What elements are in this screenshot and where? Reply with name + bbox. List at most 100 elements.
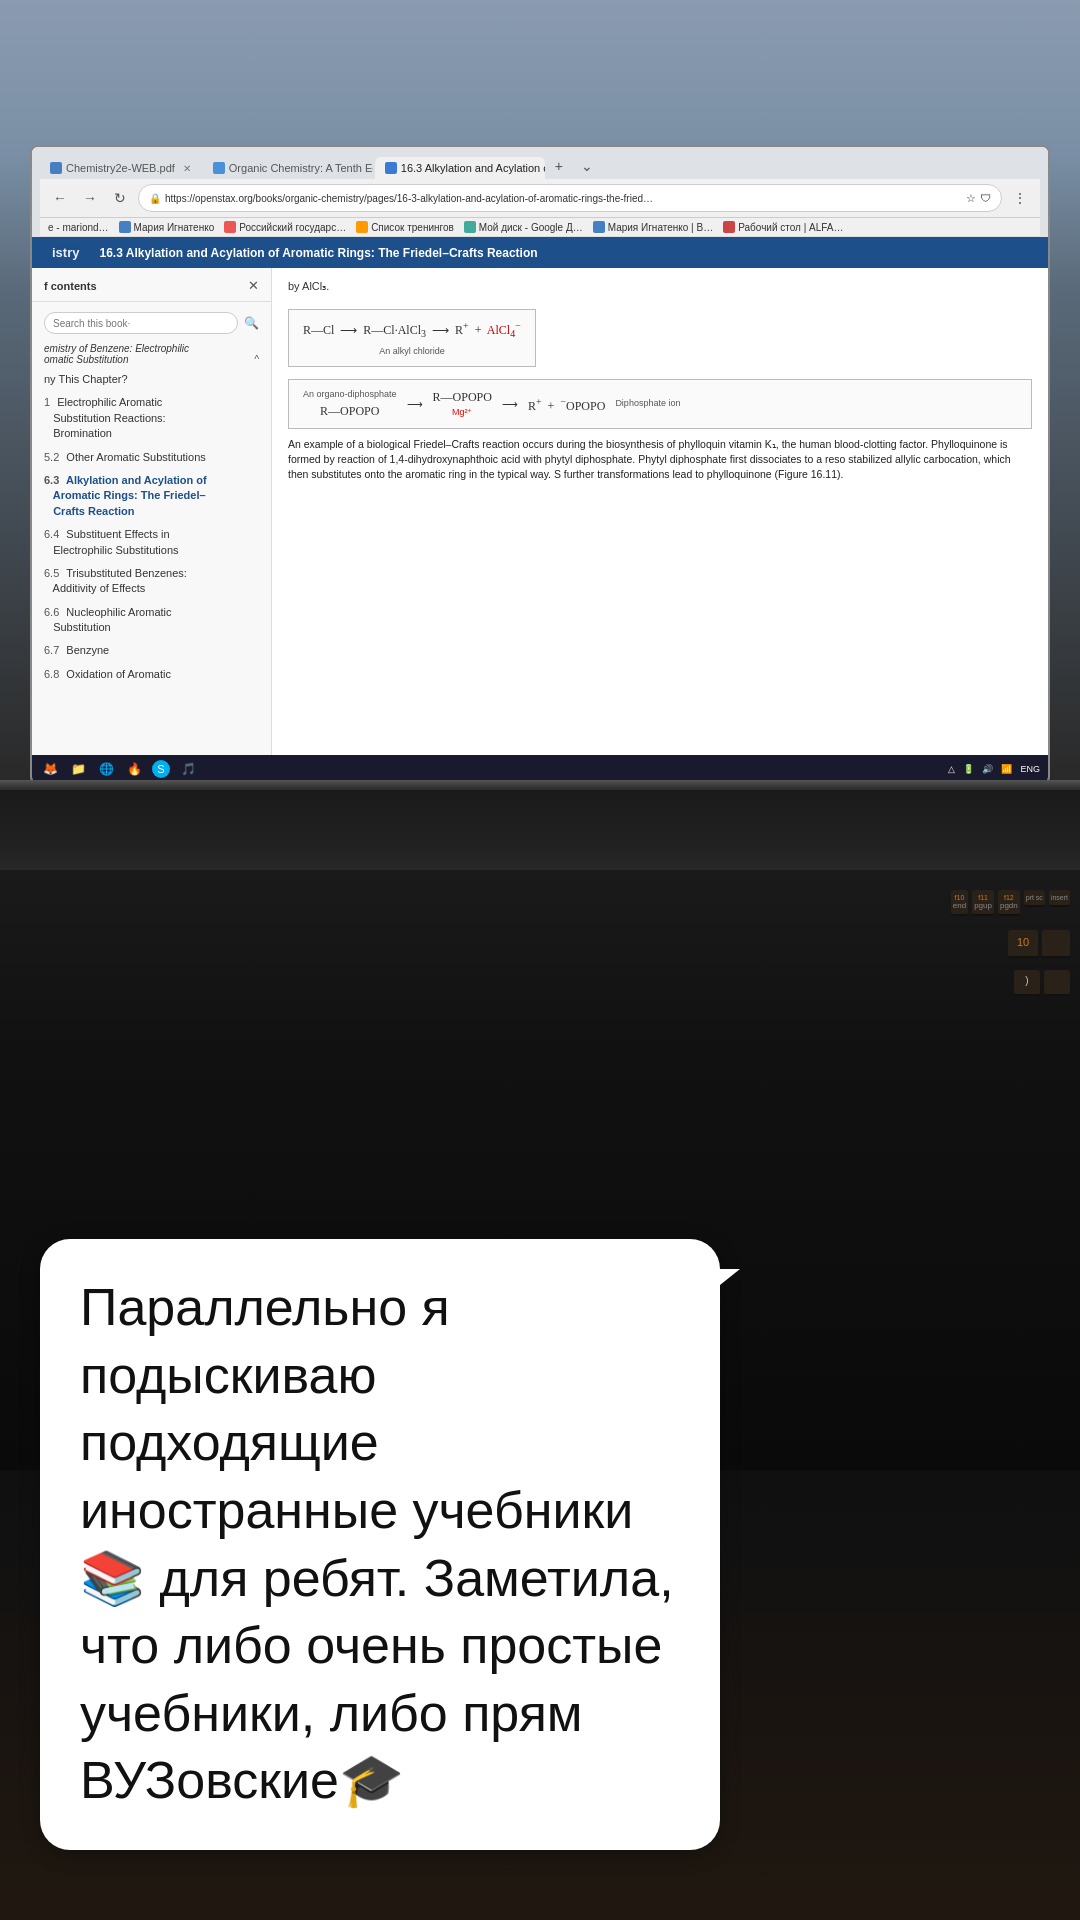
letter-row-1: ) (1014, 970, 1070, 996)
key-num-misc1[interactable] (1042, 930, 1070, 958)
key-insert[interactable]: insert (1049, 890, 1070, 907)
tab-favicon-organic (213, 162, 225, 174)
toc-item-why[interactable]: ny This Chapter? (32, 368, 271, 391)
toc-item-why-label: ny This Chapter? (44, 373, 128, 385)
tab-chemistry2e[interactable]: Chemistry2e-WEB.pdf ✕ (40, 157, 201, 179)
address-bar[interactable]: 🔒 https://openstax.org/books/organic-che… (138, 184, 1002, 212)
toc-num-16-2: 5.2 (44, 451, 59, 463)
page-content: istry 16.3 Alkylation and Acylation of A… (32, 237, 1048, 762)
new-tab-button[interactable]: + (547, 153, 571, 179)
bookmark-favicon-maria2 (593, 221, 605, 233)
shield-icon: 🛡 (980, 192, 991, 204)
toc-item-16-6[interactable]: 6.6 Nucleophilic Aromatic Substitution (32, 601, 271, 640)
key-f10[interactable]: f10end (951, 890, 968, 916)
content-area: f contents ✕ 🔍 emistry of Benzene: Elect… (32, 268, 1048, 762)
taskbar-icon-skype[interactable]: S (152, 760, 170, 762)
toc-item-16-3[interactable]: 6.3 Alkylation and Acylation of Aromatic… (32, 469, 271, 523)
key-num-0[interactable]: 10 (1008, 930, 1038, 958)
toc-search-icon[interactable]: 🔍 (244, 316, 259, 330)
star-icon[interactable]: ☆ (966, 192, 976, 205)
toc-close-button[interactable]: ✕ (248, 278, 259, 293)
back-button[interactable]: ← (48, 186, 72, 210)
taskbar-icon-firefox[interactable]: 🔥 (124, 759, 144, 762)
toc-num-16-6: 6.6 (44, 606, 59, 618)
bookmark-spisok[interactable]: Список тренингов (356, 221, 454, 233)
tab-label-friedel: 16.3 Alkylation and Acylation of… (401, 162, 545, 174)
key-letter-2[interactable] (1044, 970, 1070, 996)
toc-item-16-4[interactable]: 6.4 Substituent Effects in Electrophilic… (32, 523, 271, 562)
tab-close-chemistry[interactable]: ✕ (183, 163, 191, 174)
extensions-button[interactable]: ⋮ (1008, 186, 1032, 210)
bookmark-rossiya[interactable]: Российский государс… (224, 221, 346, 233)
bookmark-label-maria2: Мария Игнатенко | В… (608, 222, 713, 233)
taskbar-icon-fox[interactable]: 🦊 (40, 759, 60, 762)
tab-favicon-friedel (385, 162, 397, 174)
taskbar-icon-edge[interactable]: 🌐 (96, 759, 116, 762)
toc-title: f contents (44, 280, 97, 292)
intro-text: by AlCl₃. (288, 278, 1032, 295)
key-f12[interactable]: f12pgdn (998, 890, 1020, 916)
toc-item-16-1[interactable]: 1 Electrophilic Aromatic Substitution Re… (32, 391, 271, 445)
screen-taskbar: 🦊 📁 🌐 🔥 S 🎵 △ 🔋 🔊 📶 ENG (32, 755, 1048, 762)
reaction2-mg-label: Mg²⁺ (452, 406, 473, 420)
reaction2-arrow2: ⟶ (502, 396, 518, 413)
bookmark-label-maria: Мария Игнатенко (134, 222, 215, 233)
speech-bubble: Параллельно я подыскиваю подходящие инос… (40, 1239, 720, 1850)
reload-button[interactable]: ↻ (108, 186, 132, 210)
bookmark-label-mariond: е - mariоnd… (48, 222, 109, 233)
toc-intro-label: emistry of Benzene: Electrophilicomatic … (44, 343, 189, 365)
bookmark-favicon-rossiya (224, 221, 236, 233)
bookmark-gdisk[interactable]: Мой диск - Google Д… (464, 221, 583, 233)
bookmark-maria[interactable]: Мария Игнатенко (119, 221, 215, 233)
tab-menu-button[interactable]: ⌄ (573, 153, 601, 179)
reaction1-formula: R—Cl ⟶ R—Cl·AlCl3 ⟶ R+ + AlCl4− (303, 318, 521, 341)
toc-header: f contents ✕ (32, 278, 271, 302)
body-text: An example of a biological Friedel–Craft… (288, 437, 1032, 483)
toc-item-16-5[interactable]: 6.5 Trisubstituted Benzenes: Additivity … (32, 562, 271, 601)
key-f11[interactable]: f11pgup (972, 890, 994, 916)
toc-num-16-8: 6.8 (44, 668, 59, 680)
number-row-keys: 10 (1008, 930, 1070, 958)
taskbar-icon-folder[interactable]: 📁 (68, 759, 88, 762)
url-text: https://openstax.org/books/organic-chemi… (165, 193, 653, 204)
browser-chrome: Chemistry2e-WEB.pdf ✕ Organic Chemistry:… (32, 147, 1048, 237)
reaction2-diphosphate-label: Diphosphate ion (615, 397, 680, 411)
openstax-header: istry 16.3 Alkylation and Acylation of A… (32, 237, 1048, 268)
toc-sidebar: f contents ✕ 🔍 emistry of Benzene: Elect… (32, 268, 272, 762)
reaction2-formula-part1: R—OPOPO (320, 402, 379, 420)
toc-label-16-1: Electrophilic Aromatic Substitution Reac… (44, 396, 166, 439)
tab-label-organic: Organic Chemistry: A Tenth Edi… (229, 162, 373, 174)
sidebar-search-area: 🔍 (32, 308, 271, 340)
speech-bubble-text: Параллельно я подыскиваю подходящие инос… (80, 1278, 674, 1809)
toc-search-input[interactable] (44, 312, 238, 334)
toc-item-16-2[interactable]: 5.2 Other Aromatic Substitutions (32, 446, 271, 469)
reaction2-formula-part2: R—OPOPO (433, 388, 492, 406)
bookmark-maria2[interactable]: Мария Игнатенко | В… (593, 221, 713, 233)
tab-label-chemistry: Chemistry2e-WEB.pdf (66, 162, 175, 174)
toc-num-16-5: 6.5 (44, 567, 59, 579)
tab-organic[interactable]: Organic Chemistry: A Tenth Edi… ✕ (203, 157, 373, 179)
toc-item-16-8[interactable]: 6.8 Oxidation of Aromatic (32, 663, 271, 686)
key-prtsc[interactable]: prt sc (1024, 890, 1045, 907)
browser-toolbar: ← → ↻ 🔒 https://openstax.org/books/organ… (40, 179, 1040, 218)
forward-button[interactable]: → (78, 186, 102, 210)
toc-item-16-7[interactable]: 6.7 Benzyne (32, 639, 271, 662)
toc-expand-icon[interactable]: ^ (254, 354, 259, 365)
bookmark-label-rossiya: Российский государс… (239, 222, 346, 233)
bookmark-label-spisok: Список тренингов (371, 222, 454, 233)
taskbar-icon-media[interactable]: 🎵 (178, 759, 198, 762)
top-keys-row: f10end f11pgup f12pgdn prt sc insert (951, 890, 1070, 916)
bookmark-mariond[interactable]: е - mariоnd… (48, 222, 109, 233)
tab-friedel[interactable]: 16.3 Alkylation and Acylation of… ✕ (375, 157, 545, 179)
reaction-box-2: An organo-diphosphate R—OPOPO ⟶ R—OPOPO … (288, 379, 1032, 429)
bookmark-favicon-spisok (356, 221, 368, 233)
toc-num-16-1: 1 (44, 396, 50, 408)
bookmark-rabochiy[interactable]: Рабочий стол | ALFA… (723, 221, 843, 233)
toc-label-16-7: Benzyne (66, 644, 109, 656)
tab-favicon-chemistry (50, 162, 62, 174)
toc-section-header-intro: emistry of Benzene: Electrophilicomatic … (32, 340, 271, 368)
laptop-screen: Chemistry2e-WEB.pdf ✕ Organic Chemistry:… (30, 145, 1050, 785)
browser-tabs: Chemistry2e-WEB.pdf ✕ Organic Chemistry:… (40, 153, 1040, 179)
key-letter-1[interactable]: ) (1014, 970, 1040, 996)
toc-num-16-7: 6.7 (44, 644, 59, 656)
